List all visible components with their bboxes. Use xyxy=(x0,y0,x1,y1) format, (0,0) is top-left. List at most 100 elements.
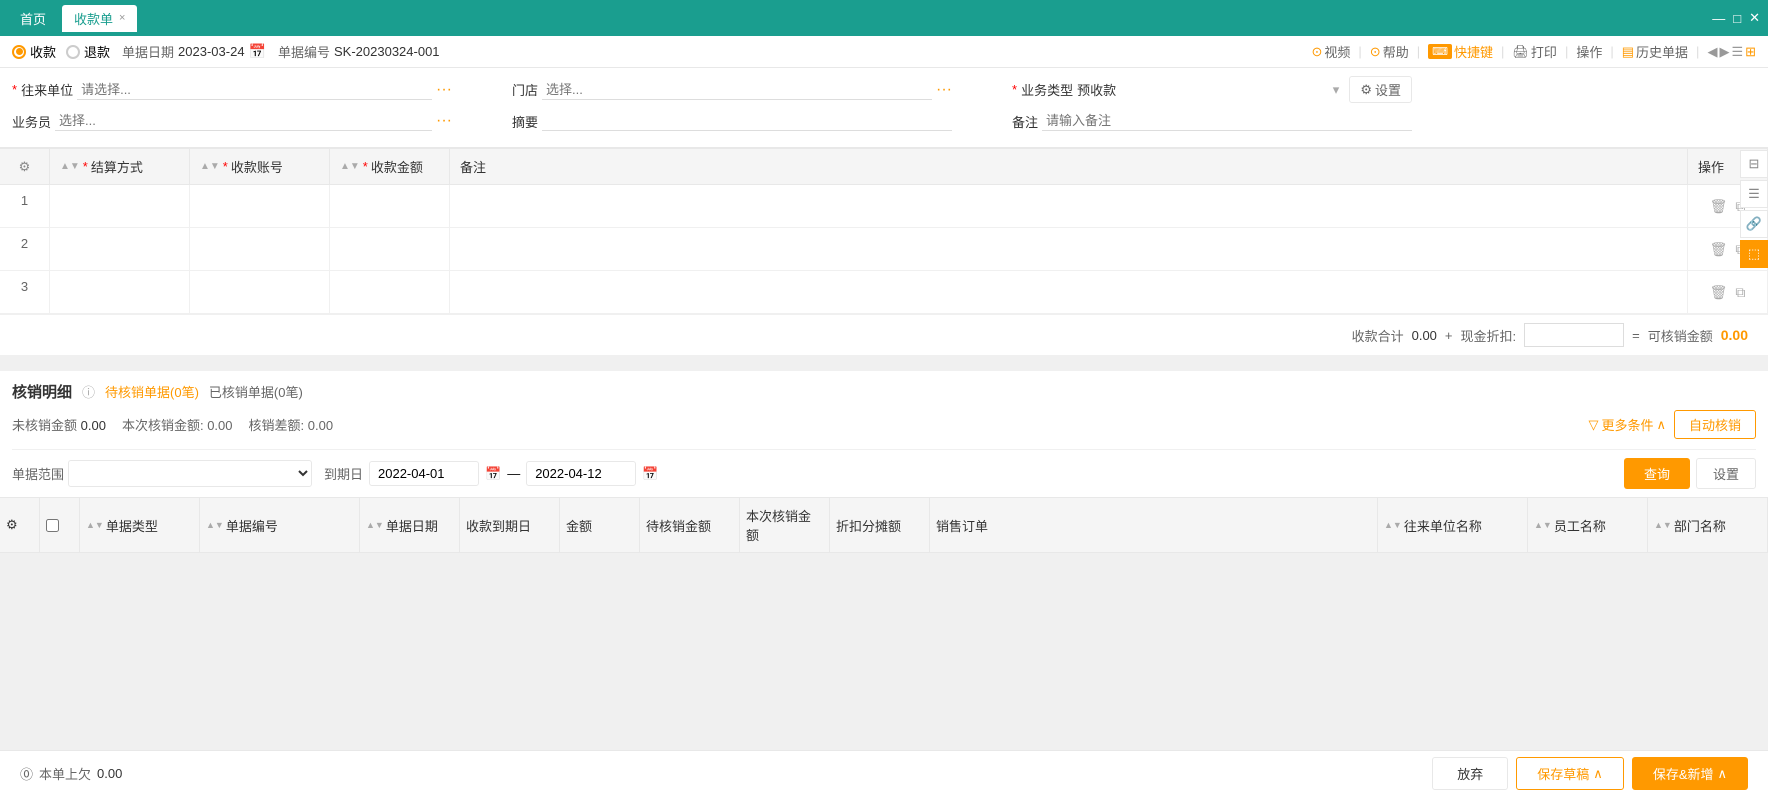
done-tab[interactable]: 已核销单据(0笔) xyxy=(209,382,303,401)
row3-amount[interactable] xyxy=(330,271,450,313)
shortcut-btn[interactable]: ⌨ 快捷键 xyxy=(1428,42,1493,61)
bth-checkbox[interactable] xyxy=(40,498,80,552)
settings-btn[interactable]: ⚙ 设置 xyxy=(1349,76,1412,103)
store-field: 门店 ··· xyxy=(512,80,952,100)
sort-dept[interactable]: ▲▼ xyxy=(1654,520,1672,530)
pending-tab[interactable]: 待核销单据(0笔) xyxy=(105,382,199,401)
next-page-icon[interactable]: ▶ xyxy=(1719,44,1729,60)
biz-type-dropdown-icon[interactable]: ▾ xyxy=(1333,82,1340,98)
verify-title-row: 核销明细 ⓘ 待核销单据(0笔) 已核销单据(0笔) xyxy=(12,381,1756,402)
footer: ⓪ 本单上欠 0.00 放弃 保存草稿 ∧ 保存&新增 ∧ xyxy=(0,750,1768,796)
tab-active[interactable]: 收款单 × xyxy=(62,5,137,32)
row2-note[interactable] xyxy=(450,228,1688,270)
note-input[interactable] xyxy=(1042,111,1412,131)
print-btn[interactable]: 🖨 打印 xyxy=(1512,42,1557,61)
bth-discount: 折扣分摊额 xyxy=(830,498,930,552)
tab-home[interactable]: 首页 xyxy=(8,5,58,32)
summary-label: 摘要 xyxy=(512,112,538,131)
window-minimize-icon[interactable]: — xyxy=(1712,11,1725,26)
summary-input[interactable] xyxy=(542,111,952,131)
calendar-icon[interactable]: 📅 xyxy=(249,43,266,60)
window-restore-icon[interactable]: □ xyxy=(1733,11,1741,26)
more-filter-btn[interactable]: ▽ 更多条件 ∧ xyxy=(1588,415,1666,434)
tab-close-icon[interactable]: × xyxy=(119,12,125,24)
calendar-end-icon[interactable]: 📅 xyxy=(642,466,658,482)
bth-doc-num-label: 单据编号 xyxy=(226,516,278,535)
table-row: 3 🗑 ⧉ xyxy=(0,271,1768,314)
video-btn[interactable]: ⊙ 视频 xyxy=(1311,42,1350,61)
diff-label: 核销差额: 0.00 xyxy=(249,415,334,434)
row3-copy-icon[interactable]: ⧉ xyxy=(1735,284,1745,301)
operation-btn[interactable]: 操作 xyxy=(1576,42,1602,61)
discard-btn[interactable]: 放弃 xyxy=(1432,757,1508,790)
separator6: | xyxy=(1696,44,1699,59)
sort-doc-num[interactable]: ▲▼ xyxy=(206,520,224,530)
row3-delete-icon[interactable]: 🗑 xyxy=(1710,284,1728,301)
row1-account[interactable] xyxy=(190,185,330,227)
due-date-start-input[interactable] xyxy=(369,461,479,486)
filter-settings-btn[interactable]: 设置 xyxy=(1696,458,1756,489)
discount-input[interactable] xyxy=(1524,323,1624,347)
row1-amount[interactable] xyxy=(330,185,450,227)
select-all-checkbox[interactable] xyxy=(46,519,59,532)
table-icon: ⊟ xyxy=(1749,156,1760,172)
sidebar-icon-link[interactable]: 🔗 xyxy=(1740,210,1768,238)
prev-page-icon[interactable]: ◀ xyxy=(1707,44,1717,60)
grid-view-icon[interactable]: ⊞ xyxy=(1745,44,1756,60)
total-label: 收款合计 xyxy=(1352,326,1404,345)
sort-employee[interactable]: ▲▼ xyxy=(1534,520,1552,530)
window-close-icon[interactable]: ✕ xyxy=(1749,10,1760,26)
list-view-icon[interactable]: ☰ xyxy=(1731,44,1743,60)
row1-delete-icon[interactable]: 🗑 xyxy=(1710,198,1728,215)
date-field-group: 单据日期 2023-03-24 📅 xyxy=(122,42,266,61)
sort-doc-date[interactable]: ▲▼ xyxy=(366,520,384,530)
bth-amount-label: 金额 xyxy=(566,516,592,535)
history-btn[interactable]: ▤ 历史单据 xyxy=(1622,42,1688,61)
th-gear[interactable]: ⚙ xyxy=(0,149,50,184)
verify-info-icon[interactable]: ⓘ xyxy=(82,382,95,401)
calendar-start-icon[interactable]: 📅 xyxy=(485,466,501,482)
row1-note[interactable] xyxy=(450,185,1688,227)
company-dots-btn[interactable]: ··· xyxy=(436,81,452,99)
salesman-dots-btn[interactable]: ··· xyxy=(436,112,452,130)
video-label: 视频 xyxy=(1324,42,1350,61)
link-icon: 🔗 xyxy=(1746,216,1762,232)
row2-delete-icon[interactable]: 🗑 xyxy=(1710,241,1728,258)
sort-doc-type[interactable]: ▲▼ xyxy=(86,520,104,530)
row3-account[interactable] xyxy=(190,271,330,313)
save-new-btn[interactable]: 保存&新增 ∧ xyxy=(1632,757,1748,790)
sidebar-icon-camera[interactable]: ⬚ xyxy=(1740,240,1768,268)
help-btn[interactable]: ⊙ 帮助 xyxy=(1370,42,1409,61)
more-filter-label: 更多条件 xyxy=(1601,415,1653,434)
save-draft-btn[interactable]: 保存草稿 ∧ xyxy=(1516,757,1624,790)
biz-type-field: * 业务类型 预收款 ▾ ⚙ 设置 xyxy=(1012,76,1412,103)
salesman-input[interactable] xyxy=(55,111,432,131)
row1-payment[interactable] xyxy=(50,185,190,227)
sort-payment[interactable]: ▲▼ xyxy=(60,161,80,172)
row2-amount[interactable] xyxy=(330,228,450,270)
store-input[interactable] xyxy=(542,80,932,100)
verify-right-actions: ▽ 更多条件 ∧ 自动核销 xyxy=(1588,410,1756,439)
query-btn[interactable]: 查询 xyxy=(1624,458,1690,489)
sidebar-icon-table[interactable]: ⊟ xyxy=(1740,150,1768,178)
diff-value: 0.00 xyxy=(308,418,333,433)
separator2: | xyxy=(1417,44,1420,59)
company-input[interactable] xyxy=(77,80,432,100)
row2-payment[interactable] xyxy=(50,228,190,270)
row3-note[interactable] xyxy=(450,271,1688,313)
radio-tuikuan[interactable]: 退款 xyxy=(66,42,110,61)
radio-shoukuan[interactable]: 收款 xyxy=(12,42,56,61)
due-date-end-input[interactable] xyxy=(526,461,636,486)
auto-verify-btn[interactable]: 自动核销 xyxy=(1674,410,1756,439)
row2-account[interactable] xyxy=(190,228,330,270)
sort-company-name[interactable]: ▲▼ xyxy=(1384,520,1402,530)
bth-gear[interactable]: ⚙ xyxy=(0,498,40,552)
store-dots-btn[interactable]: ··· xyxy=(936,81,952,99)
footer-right: 放弃 保存草稿 ∧ 保存&新增 ∧ xyxy=(1432,757,1748,790)
sort-account[interactable]: ▲▼ xyxy=(200,161,220,172)
radio-shoukuan-label: 收款 xyxy=(30,42,56,61)
range-select[interactable] xyxy=(68,460,312,487)
sidebar-icon-list[interactable]: ☰ xyxy=(1740,180,1768,208)
sort-amount[interactable]: ▲▼ xyxy=(340,161,360,172)
row3-payment[interactable] xyxy=(50,271,190,313)
